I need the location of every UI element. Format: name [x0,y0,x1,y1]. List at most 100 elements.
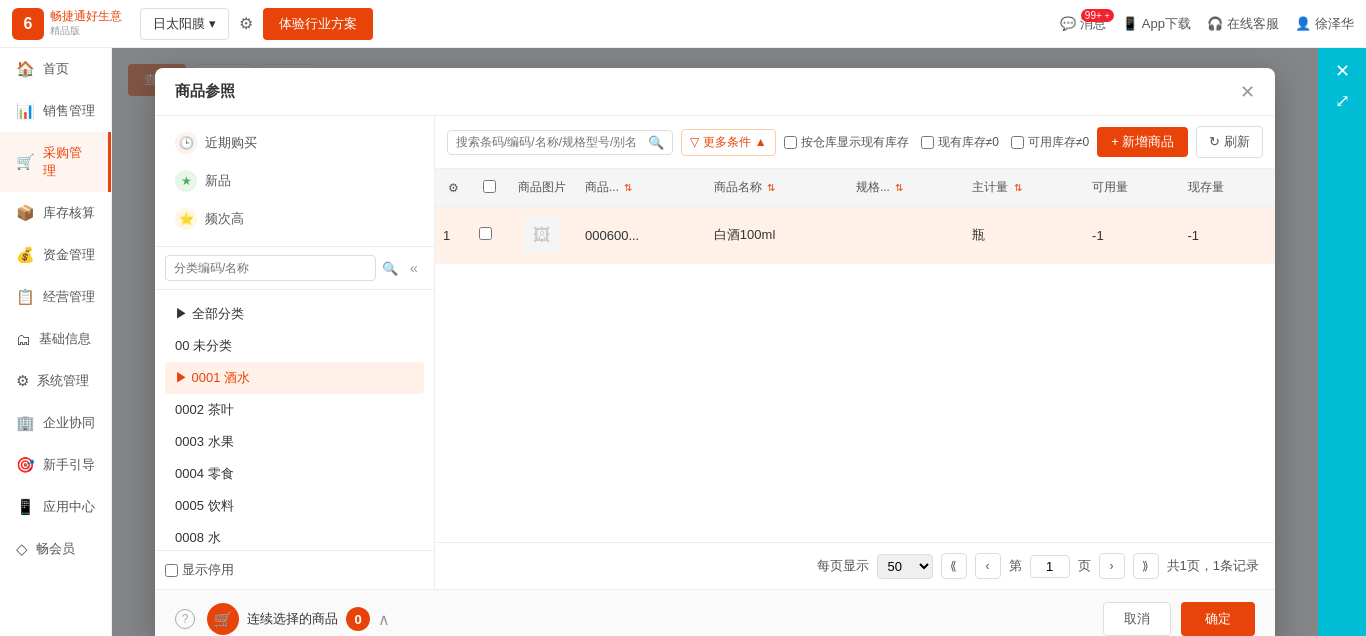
select-all-checkbox[interactable] [483,180,496,193]
enterprise-icon: 🏢 [16,414,35,432]
add-product-button[interactable]: + 新增商品 [1097,127,1188,157]
avail-ne-zero-checkbox[interactable]: 可用库存≠0 [1011,134,1089,151]
product-search-icon[interactable]: 🔍 [648,135,664,150]
page-size-select[interactable]: 50 10 20 100 [877,554,933,579]
code-sort-icon[interactable]: ⇅ [624,182,632,193]
category-fruit[interactable]: 0003 水果 [165,426,424,458]
row-spec [848,207,964,264]
name-sort-icon[interactable]: ⇅ [767,182,775,193]
category-tea[interactable]: 0002 茶叶 [165,394,424,426]
gear-icon[interactable]: ⚙ [239,14,253,33]
nav-new-product[interactable]: ★ 新品 [165,162,424,200]
recent-buy-label: 近期购买 [205,134,257,152]
help-icon[interactable]: ? [175,609,195,629]
show-disabled-input[interactable] [165,564,178,577]
row-code: 000600... [577,207,706,264]
sidebar-item-guide[interactable]: 🎯 新手引导 [0,444,111,486]
modal-footer: ? 🛒 连续选择的商品 0 ∧ 取消 确定 [155,589,1275,636]
prev-page-button[interactable]: ‹ [975,553,1001,579]
cancel-button[interactable]: 取消 [1103,602,1171,636]
sidebar-item-operations[interactable]: 📋 经营管理 [0,276,111,318]
stock-ne-zero-checkbox[interactable]: 现有库存≠0 [921,134,999,151]
page-number-input[interactable] [1030,555,1070,578]
category-tea-label: 0002 茶叶 [175,401,234,419]
category-unclassified[interactable]: 00 未分类 [165,330,424,362]
category-search-icon[interactable]: 🔍 [382,261,398,276]
row-select-checkbox[interactable] [479,227,492,240]
cart-expand-icon[interactable]: ∧ [378,610,390,629]
nav-recent-buy[interactable]: 🕒 近期购买 [165,124,424,162]
sidebar-item-home[interactable]: 🏠 首页 [0,48,111,90]
th-settings: ⚙ [435,169,471,207]
sidebar-item-basic-info[interactable]: 🗂 基础信息 [0,318,111,360]
refresh-product-button[interactable]: ↻ 刷新 [1196,126,1263,158]
category-liquor[interactable]: ▶ 0001 酒水 [165,362,424,394]
avail-ne-zero-input[interactable] [1011,136,1024,149]
product-search-input[interactable] [456,135,644,149]
sidebar-item-finance[interactable]: 💰 资金管理 [0,234,111,276]
row-avail: -1 [1084,207,1179,264]
category-drinks[interactable]: 0005 饮料 [165,490,424,522]
table-settings-icon[interactable]: ⚙ [448,181,459,195]
category-all[interactable]: ▶ 全部分类 [165,298,424,330]
collapse-button[interactable]: « [404,258,424,278]
show-disabled-checkbox[interactable]: 显示停用 [165,561,234,579]
table-row[interactable]: 1 🖼 [435,207,1275,264]
warehouse-display-label: 按仓库显示现有库存 [801,134,909,151]
cart-icon: 🛒 [213,610,233,629]
stock-ne-zero-input[interactable] [921,136,934,149]
nav-high-freq[interactable]: ⭐ 频次高 [165,200,424,238]
sidebar: 🏠 首页 📊 销售管理 🛒 采购管理 📦 库存核算 💰 资金管理 📋 经营管理 … [0,48,112,636]
sidebar-item-system[interactable]: ⚙ 系统管理 [0,360,111,402]
spec-sort-icon[interactable]: ⇅ [895,182,903,193]
sidebar-item-enterprise[interactable]: 🏢 企业协同 [0,402,111,444]
category-water-label: 0008 水 [175,529,221,547]
unit-sort-icon[interactable]: ⇅ [1014,182,1022,193]
warehouse-display-checkbox[interactable]: 按仓库显示现有库存 [784,134,909,151]
category-water[interactable]: 0008 水 [165,522,424,550]
guide-icon: 🎯 [16,456,35,474]
sidebar-item-purchase[interactable]: 🛒 采购管理 [0,132,111,192]
sidebar-item-sales[interactable]: 📊 销售管理 [0,90,111,132]
message-item[interactable]: 💬 消息 99+ + [1060,15,1106,33]
filter-label: 更多条件 [703,134,751,151]
filter-chevron: ▲ [755,135,767,149]
cart-count: 0 [346,607,370,631]
next-page-button[interactable]: › [1099,553,1125,579]
sidebar-item-inventory[interactable]: 📦 库存核算 [0,192,111,234]
sidebar-item-apps[interactable]: 📱 应用中心 [0,486,111,528]
category-search-input[interactable] [165,255,376,281]
last-page-button[interactable]: ⟫ [1133,553,1159,579]
app-download-item[interactable]: 📱 App下载 [1122,15,1191,33]
operations-icon: 📋 [16,288,35,306]
cart-icon-wrap[interactable]: 🛒 [207,603,239,635]
first-page-button[interactable]: ⟪ [941,553,967,579]
more-filter-button[interactable]: ▽ 更多条件 ▲ [681,129,776,156]
headset-icon: 🎧 [1207,16,1223,31]
confirm-button[interactable]: 确定 [1181,602,1255,636]
store-dropdown[interactable]: 日太阳膜 ▾ [140,8,229,40]
teal-strip: ✕ ⤢ [1318,48,1366,636]
nav-right-area: 💬 消息 99+ + 📱 App下载 🎧 在线客服 👤 徐泽华 [1060,15,1354,33]
modal-close-button[interactable]: ✕ [1240,83,1255,101]
product-table-wrap: ⚙ 商品图片 [435,169,1275,542]
user-avatar-area[interactable]: 👤 徐泽华 [1295,15,1354,33]
new-product-icon: ★ [175,170,197,192]
sidebar-label-guide: 新手引导 [43,456,95,474]
message-badge: 99+ + [1081,9,1114,22]
finance-icon: 💰 [16,246,35,264]
category-snacks[interactable]: 0004 零食 [165,458,424,490]
experience-button[interactable]: 体验行业方案 [263,8,373,40]
warehouse-display-input[interactable] [784,136,797,149]
teal-close-icon[interactable]: ✕ [1335,60,1350,82]
modal-body: 🕒 近期购买 ★ 新品 ⭐ 频次高 [155,116,1275,589]
sidebar-item-member[interactable]: ◇ 畅会员 [0,528,111,570]
teal-expand-icon[interactable]: ⤢ [1335,90,1350,112]
recent-buy-icon: 🕒 [175,132,197,154]
store-name: 日太阳膜 [153,15,205,33]
customer-service-item[interactable]: 🎧 在线客服 [1207,15,1279,33]
high-freq-label: 频次高 [205,210,244,228]
th-image: 商品图片 [507,169,577,207]
sidebar-label-finance: 资金管理 [43,246,95,264]
pagination-row: 每页显示 50 10 20 100 ⟪ ‹ 第 页 [435,542,1275,589]
